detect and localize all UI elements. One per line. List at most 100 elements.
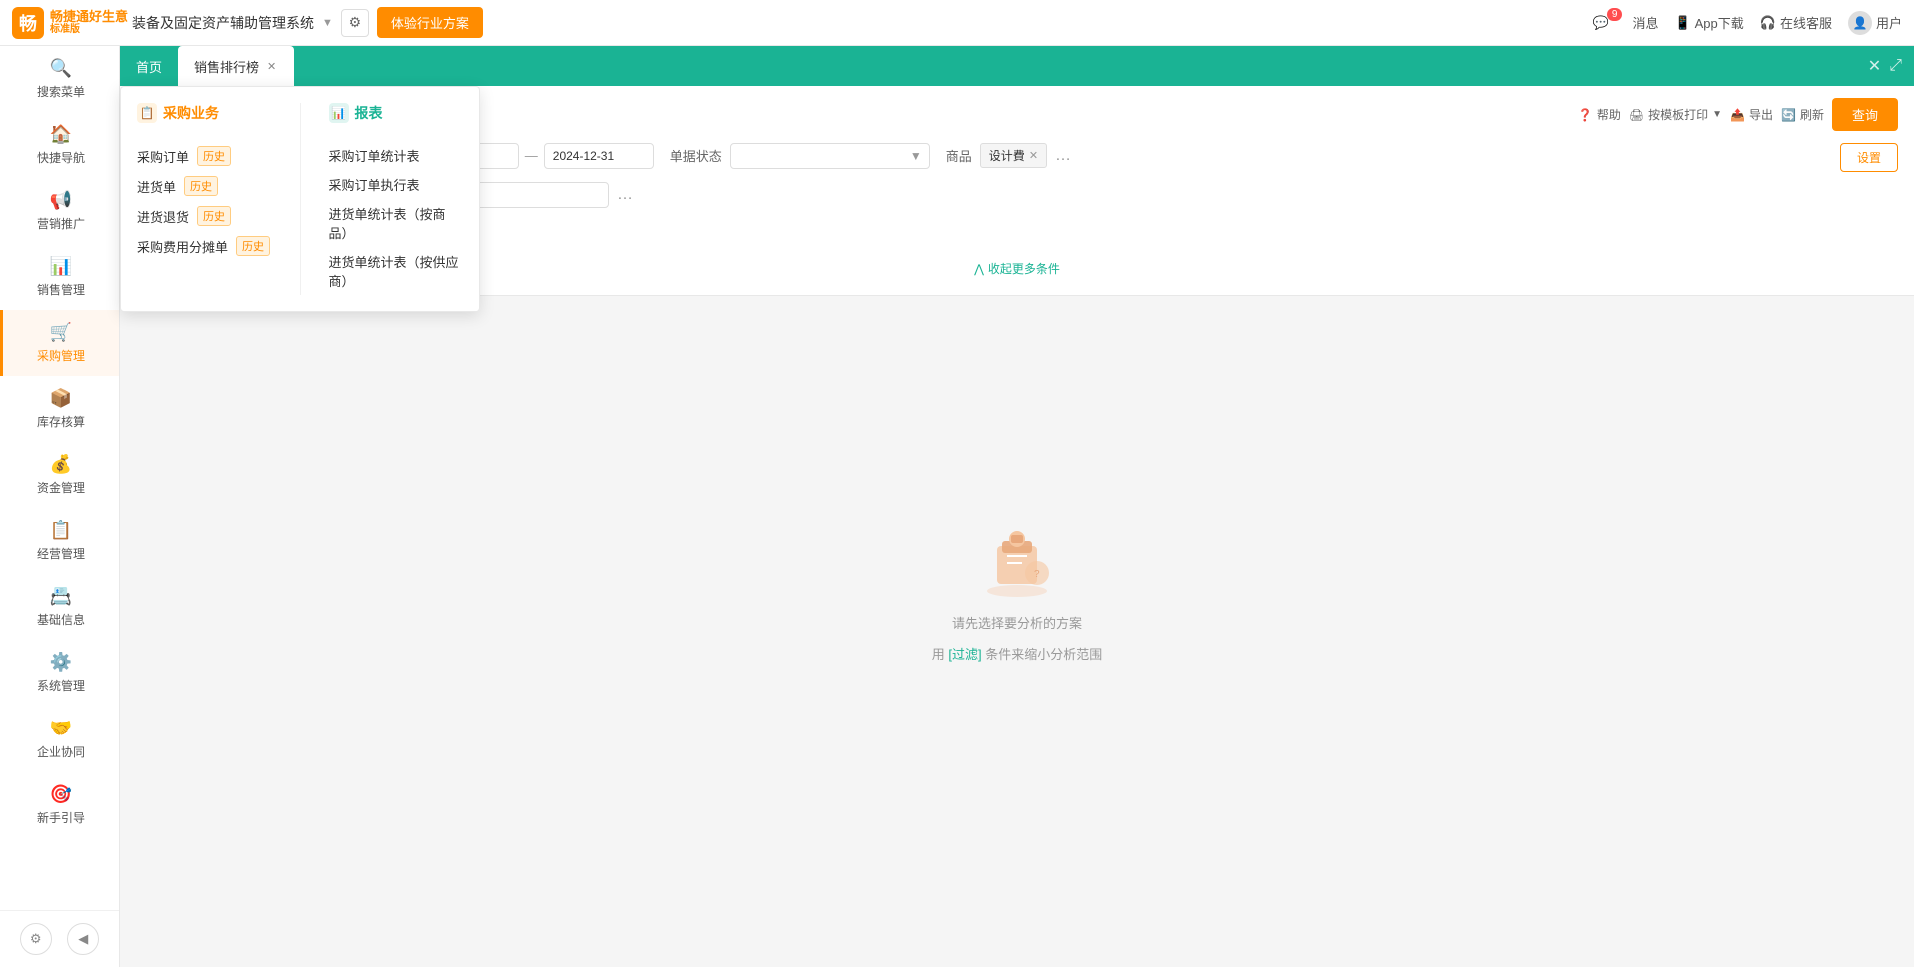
goods-tag: 设计費 ✕ [980, 143, 1047, 168]
sidebar-item-operation[interactable]: 📋 经营管理 [0, 508, 119, 574]
sidebar-item-finance[interactable]: 💰 资金管理 [0, 442, 119, 508]
handshake-icon: 🤝 [50, 718, 72, 739]
menu-item-incoming[interactable]: 进货单 历史 [137, 171, 272, 201]
gear-icon: ⚙️ [50, 652, 72, 673]
sidebar-item-corp[interactable]: 🤝 企业协同 [0, 706, 119, 772]
sidebar-item-purchase[interactable]: 🛒 采购管理 [0, 310, 119, 376]
date-end-input[interactable] [544, 143, 654, 169]
message-item[interactable]: 💬 9 消息 [1593, 13, 1659, 32]
sidebar-item-shortcut[interactable]: 🏠 快捷导航 [0, 112, 119, 178]
export-icon: 📤 [1730, 108, 1745, 122]
home-tab-label: 首页 [136, 57, 162, 76]
report-header: 📊 报表 [329, 103, 464, 129]
menu-divider [300, 103, 301, 295]
logo-icon: 畅 [12, 7, 44, 39]
menu-item-incoming-stats-supplier-label: 进货单统计表（按供应商） [329, 252, 464, 290]
topbar: 畅 畅捷通好生意 标准版 装备及固定资产辅助管理系统 ▼ ⚙ 体验行业方案 💬 … [0, 0, 1914, 46]
refresh-btn[interactable]: 🔄 刷新 [1781, 106, 1824, 123]
chart-icon: 📊 [50, 256, 72, 277]
print-btn[interactable]: 🖨 按模板打印 ▼ [1629, 106, 1722, 123]
setting-btn-wrapper: 设置 [1840, 139, 1898, 172]
tab-close-window-icon[interactable]: ✕ [1868, 56, 1881, 76]
system-dropdown-arrow[interactable]: ▼ [322, 17, 333, 29]
purchase-business-label: 采购业务 [163, 103, 219, 123]
cart-icon: 🛒 [50, 322, 72, 343]
purchase-business-header: 📋 采购业务 [137, 103, 272, 129]
headset-icon: 🎧 [1760, 15, 1776, 31]
help-label: 帮助 [1597, 106, 1621, 123]
print-dropdown-arrow[interactable]: ▼ [1712, 109, 1722, 120]
online-service-item[interactable]: 🎧 在线客服 [1760, 13, 1832, 32]
sidebar-footer: ⚙ ◀ [0, 910, 119, 967]
phone-icon: 📱 [1674, 15, 1690, 31]
doc-status-group: 单据状态 ▼ [670, 143, 930, 169]
card-icon: 📇 [50, 586, 72, 607]
message-badge: 9 [1607, 8, 1623, 21]
user-item[interactable]: 👤 用户 [1848, 11, 1902, 35]
sidebar-label-shortcut: 快捷导航 [37, 149, 85, 166]
export-btn[interactable]: 📤 导出 [1730, 106, 1773, 123]
sidebar-label-sales: 销售管理 [37, 281, 85, 298]
filter-hint: [过滤] [948, 647, 981, 662]
date-separator: — [525, 148, 538, 163]
sidebar-label-operation: 经营管理 [37, 545, 85, 562]
sidebar-item-system[interactable]: ⚙️ 系统管理 [0, 640, 119, 706]
menu-item-incoming-stats-supplier[interactable]: 进货单统计表（按供应商） [329, 247, 464, 295]
box-icon: 📦 [50, 388, 72, 409]
goods-more-btn[interactable]: … [1055, 147, 1071, 165]
industry-btn[interactable]: 体验行业方案 [377, 7, 483, 38]
menu-item-incoming-label: 进货单 [137, 177, 176, 196]
menu-item-expense[interactable]: 采购费用分摊单 历史 [137, 231, 272, 261]
help-btn[interactable]: ❓ 帮助 [1578, 106, 1621, 123]
purchase-dropdown-menu: 📋 采购业务 采购订单 历史 进货单 历史 进货退货 历史 采购费用分摊单 历史… [120, 86, 480, 312]
tab-sales-rank[interactable]: 销售排行榜 ✕ [178, 46, 294, 86]
menu-item-po-exec[interactable]: 采购订单执行表 [329, 170, 464, 199]
system-name-area: 装备及固定资产辅助管理系统 ▼ ⚙ 体验行业方案 [132, 7, 1593, 38]
money-icon: 💰 [50, 454, 72, 475]
history-tag-expense: 历史 [236, 236, 270, 256]
refresh-icon: 🔄 [1781, 108, 1796, 122]
sidebar-label-marketing: 营销推广 [37, 215, 85, 232]
menu-item-po-stats[interactable]: 采购订单统计表 [329, 141, 464, 170]
menu-item-return[interactable]: 进货退货 历史 [137, 201, 272, 231]
goods-tag-close[interactable]: ✕ [1029, 149, 1038, 162]
tab-home[interactable]: 首页 [120, 46, 178, 86]
query-button[interactable]: 查询 [1832, 98, 1898, 131]
history-tag-incoming: 历史 [184, 176, 218, 196]
topbar-right: 💬 9 消息 📱 App下载 🎧 在线客服 👤 用户 [1593, 11, 1902, 35]
app-label: App下载 [1695, 13, 1744, 32]
menu-item-incoming-stats-goods[interactable]: 进货单统计表（按商品） [329, 199, 464, 247]
history-tag-purchase-order: 历史 [197, 146, 231, 166]
home-icon: 🏠 [50, 124, 72, 145]
tab-expand-icon[interactable]: ⤢ [1889, 57, 1902, 75]
sidebar-item-basic[interactable]: 📇 基础信息 [0, 574, 119, 640]
settings-gear[interactable]: ⚙ [341, 9, 369, 37]
help-icon: ❓ [1578, 108, 1593, 122]
refresh-label: 刷新 [1800, 106, 1824, 123]
salesperson-input[interactable] [459, 182, 609, 208]
collapse-arrow-icon: ⋀ [974, 262, 984, 276]
report-col: 📊 报表 采购订单统计表 采购订单执行表 进货单统计表（按商品） 进货单统计表（… [329, 103, 464, 295]
target-icon: 🎯 [50, 784, 72, 805]
report-label: 报表 [355, 103, 383, 123]
tab-close-icon[interactable]: ✕ [265, 58, 278, 75]
doc-status-input[interactable] [730, 143, 930, 169]
sidebar-item-marketing[interactable]: 📢 营销推广 [0, 178, 119, 244]
purchase-business-col: 📋 采购业务 采购订单 历史 进货单 历史 进货退货 历史 采购费用分摊单 历史 [137, 103, 272, 295]
logo-sub: 标准版 [50, 24, 128, 36]
sidebar-item-sales[interactable]: 📊 销售管理 [0, 244, 119, 310]
app-download-item[interactable]: 📱 App下载 [1674, 13, 1743, 32]
sidebar-item-inventory[interactable]: 📦 库存核算 [0, 376, 119, 442]
sidebar-settings-btn[interactable]: ⚙ [20, 923, 52, 955]
sidebar-item-guide[interactable]: 🎯 新手引导 [0, 772, 119, 838]
search-icon: 🔍 [50, 58, 72, 79]
logo: 畅 畅捷通好生意 标准版 [12, 7, 132, 39]
salesperson-more-btn[interactable]: … [617, 186, 633, 204]
sidebar-collapse-btn[interactable]: ◀ [67, 923, 99, 955]
menu-item-purchase-order[interactable]: 采购订单 历史 [137, 141, 272, 171]
setting-button[interactable]: 设置 [1840, 143, 1898, 172]
menu-item-po-exec-label: 采购订单执行表 [329, 175, 420, 194]
sidebar-item-search[interactable]: 🔍 搜索菜单 [0, 46, 119, 112]
history-tag-return: 历史 [197, 206, 231, 226]
toolbar-right: ❓ 帮助 🖨 按模板打印 ▼ 📤 导出 🔄 刷新 [1578, 98, 1898, 131]
